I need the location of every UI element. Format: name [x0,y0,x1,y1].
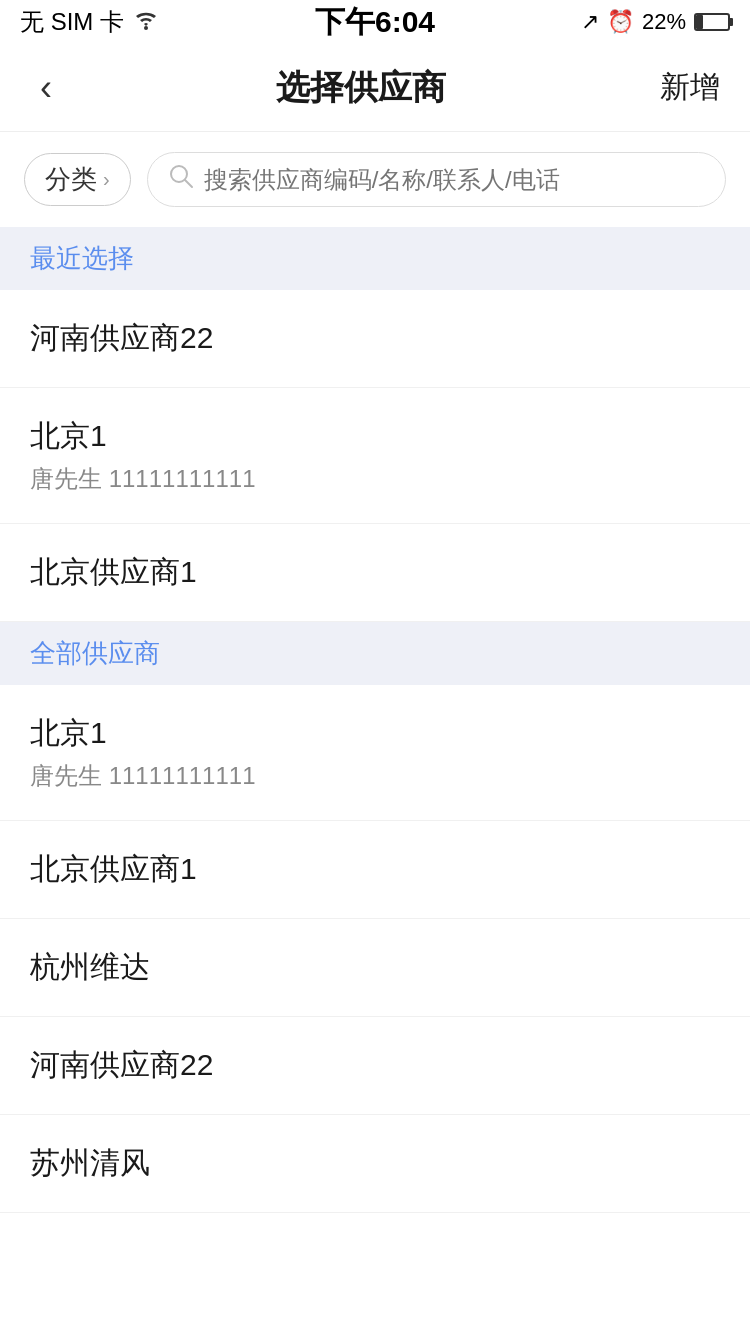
search-bar [147,152,726,207]
list-item[interactable]: 杭州维达 [0,919,750,1017]
supplier-name: 河南供应商22 [30,1045,720,1086]
alarm-icon: ⏰ [607,9,634,35]
all-section-header: 全部供应商 [0,622,750,685]
back-button[interactable]: ‹ [30,57,62,119]
supplier-contact: 唐先生 11111111111 [30,760,720,792]
supplier-name: 北京供应商1 [30,552,720,593]
supplier-name: 北京1 [30,416,720,457]
category-button[interactable]: 分类 › [24,153,131,206]
category-label: 分类 [45,162,97,197]
supplier-contact: 唐先生 11111111111 [30,463,720,495]
location-icon: ↗ [581,9,599,35]
status-left: 无 SIM 卡 [20,6,160,38]
supplier-name: 北京1 [30,713,720,754]
all-items-list: 北京1 唐先生 11111111111 北京供应商1 杭州维达河南供应商22 苏州清风 [0,685,750,1213]
list-item[interactable]: 河南供应商22 [0,290,750,388]
supplier-name: 杭州维达 [30,947,720,988]
list-item[interactable]: 北京1 唐先生 11111111111 [0,685,750,821]
supplier-name: 河南供应商22 [30,318,720,359]
list-item[interactable]: 北京供应商1 [0,821,750,919]
status-bar: 无 SIM 卡 下午6:04 ↗ ⏰ 22% [0,0,750,44]
recent-items-list: 河南供应商22 北京1 唐先生 11111111111 北京供应商1 [0,290,750,622]
svg-point-0 [144,26,148,30]
recent-section-label: 最近选择 [30,243,134,273]
search-icon [168,163,194,196]
recent-section-header: 最近选择 [0,227,750,290]
no-sim-text: 无 SIM 卡 [20,6,124,38]
battery-icon [694,13,730,31]
supplier-name: 北京供应商1 [30,849,720,890]
list-item[interactable]: 北京1 唐先生 11111111111 [0,388,750,524]
nav-bar: ‹ 选择供应商 新增 [0,44,750,132]
list-item[interactable]: 北京供应商1 [0,524,750,622]
search-input[interactable] [204,166,705,194]
chevron-right-icon: › [103,168,110,191]
filter-bar: 分类 › [0,132,750,227]
list-item[interactable]: 河南供应商22 [0,1017,750,1115]
all-section-label: 全部供应商 [30,638,160,668]
add-button[interactable]: 新增 [660,67,720,108]
status-time: 下午6:04 [315,2,435,43]
page-title: 选择供应商 [276,65,446,111]
status-right: ↗ ⏰ 22% [581,9,730,35]
svg-line-2 [185,180,192,187]
wifi-icon [132,8,160,36]
list-item[interactable]: 苏州清风 [0,1115,750,1213]
battery-text: 22% [642,9,686,35]
supplier-name: 苏州清风 [30,1143,720,1184]
